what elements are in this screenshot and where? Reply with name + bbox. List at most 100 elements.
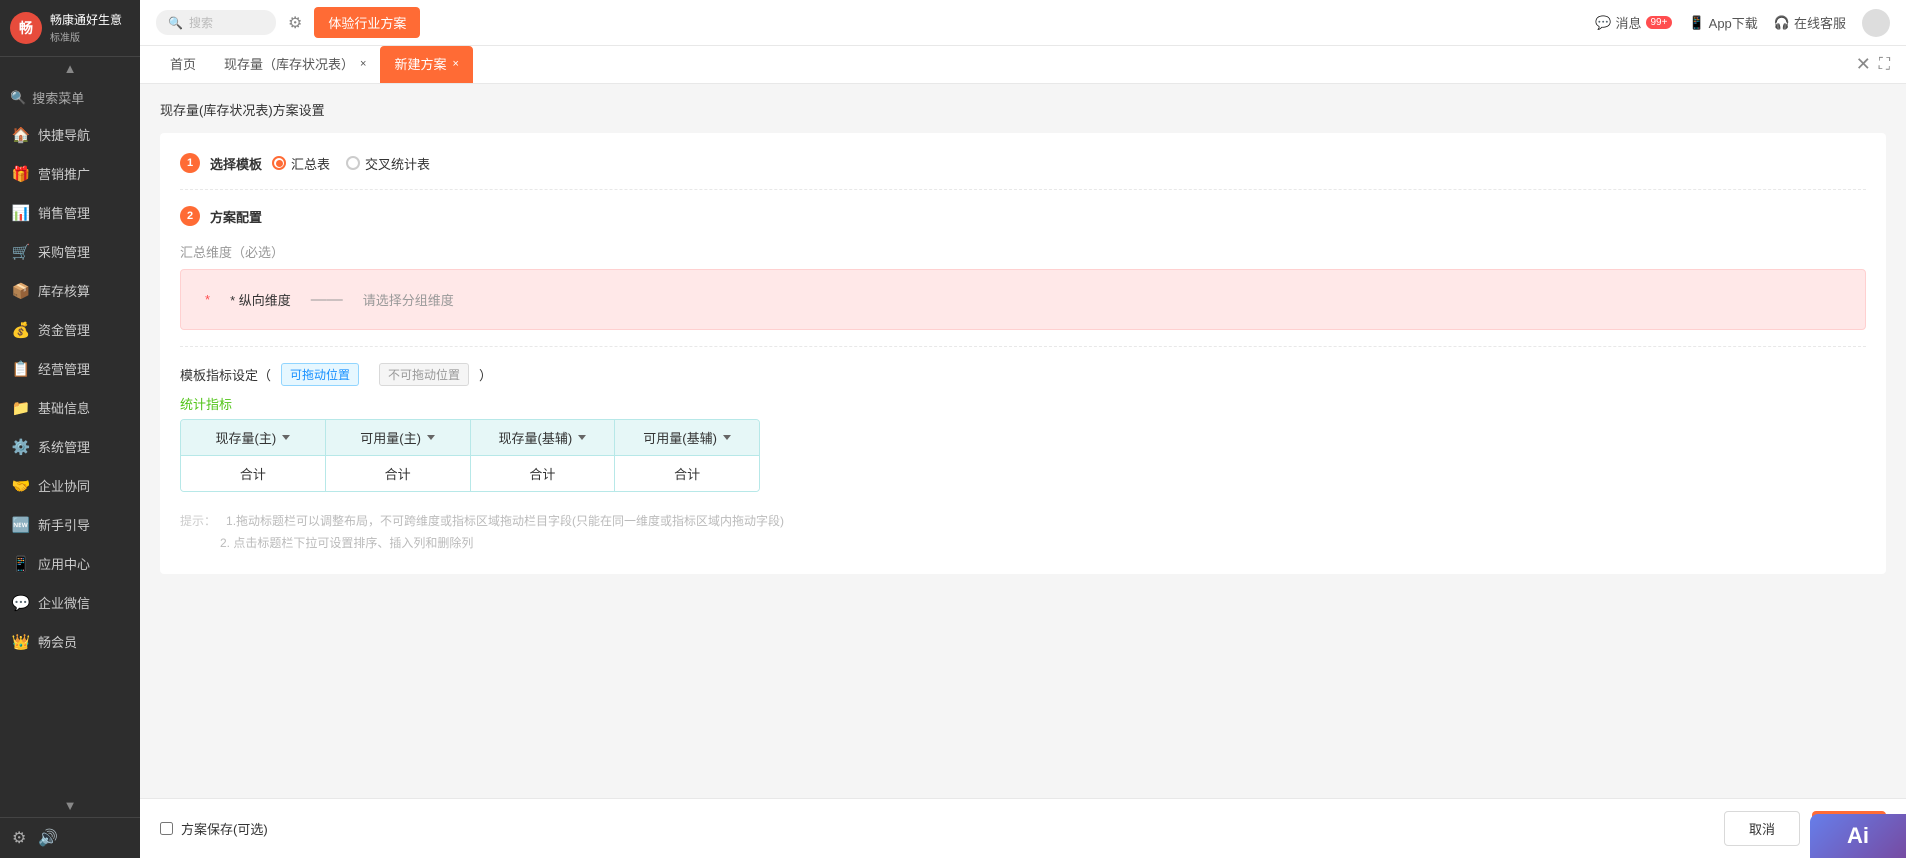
volume-icon[interactable]: 🔊 — [38, 828, 58, 848]
sidebar-item-finance[interactable]: 💰 资金管理 — [0, 310, 140, 349]
stat-col-current-aux[interactable]: 现存量(基辅) — [471, 420, 616, 455]
stat-summary-current-aux: 合计 — [471, 456, 616, 491]
message-icon: 💬 — [1595, 15, 1611, 31]
stat-col-available-aux[interactable]: 可用量(基辅) — [615, 420, 759, 455]
sidebar-search[interactable]: 🔍 搜索菜单 — [0, 80, 140, 115]
chevron-down-icon — [427, 435, 435, 440]
box-icon: 📦 — [12, 282, 30, 300]
sidebar-item-label: 畅会员 — [38, 632, 77, 651]
tips-section: 提示： 1.拖动标题栏可以调整布局，不可跨维度或指标区域拖动栏目字段(只能在同一… — [180, 511, 1866, 554]
sidebar-item-member[interactable]: 👑 畅会员 — [0, 622, 140, 661]
chat-icon: 💬 — [12, 594, 30, 612]
window-expand-btn[interactable]: ⛶ — [1879, 56, 1890, 74]
dimension-section-label: 汇总维度（必选） — [180, 242, 1866, 261]
sidebar-scroll-up[interactable]: ▲ — [0, 57, 140, 80]
topbar-gear-icon[interactable]: ⚙ — [288, 13, 302, 33]
tip-2: 2. 点击标题栏下拉可设置排序、插入列和删除列 — [180, 536, 473, 550]
sidebar-item-label: 基础信息 — [38, 398, 90, 417]
sidebar-item-quick-nav[interactable]: 🏠 快捷导航 — [0, 115, 140, 154]
radio-summary-label: 汇总表 — [291, 154, 330, 173]
tab-new-scheme-label: 新建方案 — [394, 54, 446, 73]
trial-btn[interactable]: 体验行业方案 — [314, 7, 420, 38]
save-checkbox[interactable] — [160, 822, 173, 835]
tab-inventory-status[interactable]: 现存量（库存状况表） × — [210, 46, 380, 83]
tab-new-scheme[interactable]: 新建方案 × — [380, 46, 472, 83]
step2-number: 2 — [180, 206, 200, 226]
stat-col-current-aux-label: 现存量(基辅) — [499, 428, 573, 447]
stat-col-available-main-label: 可用量(主) — [360, 428, 421, 447]
crown-icon: 👑 — [12, 633, 30, 651]
stat-header-row: 现存量(主) 可用量(主) 现存量(基辅) 可用量(基辅) — [181, 420, 759, 455]
dim-placeholder: 请选择分组维度 — [363, 290, 454, 309]
radio-cross[interactable]: 交叉统计表 — [346, 154, 430, 173]
step2-label: 方案配置 — [210, 207, 262, 226]
step1-label: 选择模板 — [210, 154, 262, 173]
sidebar-item-label: 应用中心 — [38, 554, 90, 573]
sidebar-item-operations[interactable]: 📋 经营管理 — [0, 349, 140, 388]
ai-badge[interactable]: Ai — [1810, 814, 1906, 858]
tab-inventory-status-label: 现存量（库存状况表） — [224, 54, 354, 73]
sidebar-item-app-center[interactable]: 📱 应用中心 — [0, 544, 140, 583]
sidebar-item-basic[interactable]: 📁 基础信息 — [0, 388, 140, 427]
topbar: 🔍 搜索 ⚙ 体验行业方案 💬 消息 99+ 📱 App下载 🎧 在线客服 — [140, 0, 1906, 46]
metrics-row: 模板指标设定（ 可拖动位置 不可拖动位置 ） — [180, 363, 1866, 386]
app-version: 标准版 — [50, 29, 122, 44]
sidebar-footer: ⚙ 🔊 — [0, 817, 140, 858]
metrics-label-text: 模板指标设定（ — [180, 365, 271, 384]
tag-not-draggable: 不可拖动位置 — [379, 363, 469, 386]
sidebar-item-cooperation[interactable]: 🤝 企业协同 — [0, 466, 140, 505]
sidebar-item-marketing[interactable]: 🎁 营销推广 — [0, 154, 140, 193]
sidebar-item-label: 经营管理 — [38, 359, 90, 378]
folder-icon: 📁 — [12, 399, 30, 417]
message-label: 消息 — [1615, 13, 1641, 32]
sidebar-item-label: 库存核算 — [38, 281, 90, 300]
app-name: 畅康通好生意 — [50, 12, 122, 29]
sidebar-item-purchase[interactable]: 🛒 采购管理 — [0, 232, 140, 271]
stat-col-current-main[interactable]: 现存量(主) — [181, 420, 326, 455]
sidebar-item-guide[interactable]: 🆕 新手引导 — [0, 505, 140, 544]
topbar-search-text: 搜索 — [189, 14, 213, 31]
cancel-button[interactable]: 取消 — [1724, 811, 1800, 846]
sidebar-item-label: 采购管理 — [38, 242, 90, 261]
search-icon: 🔍 — [10, 90, 26, 106]
message-badge: 99+ — [1646, 16, 1673, 29]
sidebar-item-label: 系统管理 — [38, 437, 90, 456]
sidebar-item-inventory[interactable]: 📦 库存核算 — [0, 271, 140, 310]
message-btn[interactable]: 💬 消息 99+ — [1595, 13, 1672, 32]
page-title: 现存量(库存状况表)方案设置 — [160, 100, 1886, 119]
stat-summary-available-aux: 合计 — [615, 456, 759, 491]
settings-icon[interactable]: ⚙ — [12, 828, 26, 848]
sidebar-nav: 🏠 快捷导航 🎁 营销推广 📊 销售管理 🛒 采购管理 📦 库存核算 💰 资金管… — [0, 115, 140, 794]
tab-home-label: 首页 — [170, 54, 196, 73]
user-avatar[interactable] — [1862, 9, 1890, 37]
tab-inventory-status-close[interactable]: × — [360, 58, 366, 70]
tab-new-scheme-close[interactable]: × — [452, 58, 458, 70]
step1-row: 1 选择模板 汇总表 交叉统计表 — [180, 153, 1866, 173]
topbar-search[interactable]: 🔍 搜索 — [156, 10, 276, 35]
sidebar-search-label: 搜索菜单 — [32, 88, 84, 107]
divider-2 — [180, 346, 1866, 347]
online-service-btn[interactable]: 🎧 在线客服 — [1774, 13, 1846, 32]
chevron-down-icon — [723, 435, 731, 440]
clipboard-icon: 📋 — [12, 360, 30, 378]
stat-col-available-aux-label: 可用量(基辅) — [643, 428, 717, 447]
metrics-end: ） — [479, 365, 492, 384]
handshake-icon: 🤝 — [12, 477, 30, 495]
app-download-btn[interactable]: 📱 App下载 — [1688, 13, 1757, 32]
radio-cross-circle — [346, 156, 360, 170]
app-name-block: 畅康通好生意 标准版 — [50, 12, 122, 44]
sidebar-item-sales[interactable]: 📊 销售管理 — [0, 193, 140, 232]
sidebar-item-system[interactable]: ⚙️ 系统管理 — [0, 427, 140, 466]
main-area: 🔍 搜索 ⚙ 体验行业方案 💬 消息 99+ 📱 App下载 🎧 在线客服 首页 — [140, 0, 1906, 858]
sidebar-scroll-down[interactable]: ▼ — [0, 794, 140, 817]
window-close-btn[interactable]: ✕ — [1856, 54, 1871, 75]
dimension-row[interactable]: * * 纵向维度 —— 请选择分组维度 — [180, 269, 1866, 330]
new-icon: 🆕 — [12, 516, 30, 534]
sidebar-item-wechat[interactable]: 💬 企业微信 — [0, 583, 140, 622]
radio-summary[interactable]: 汇总表 — [272, 154, 330, 173]
sidebar-item-label: 资金管理 — [38, 320, 90, 339]
stat-col-available-main[interactable]: 可用量(主) — [326, 420, 471, 455]
tab-home[interactable]: 首页 — [156, 46, 210, 83]
dimension-label-text: 汇总维度（必选） — [180, 245, 284, 260]
sidebar-item-label: 快捷导航 — [38, 125, 90, 144]
